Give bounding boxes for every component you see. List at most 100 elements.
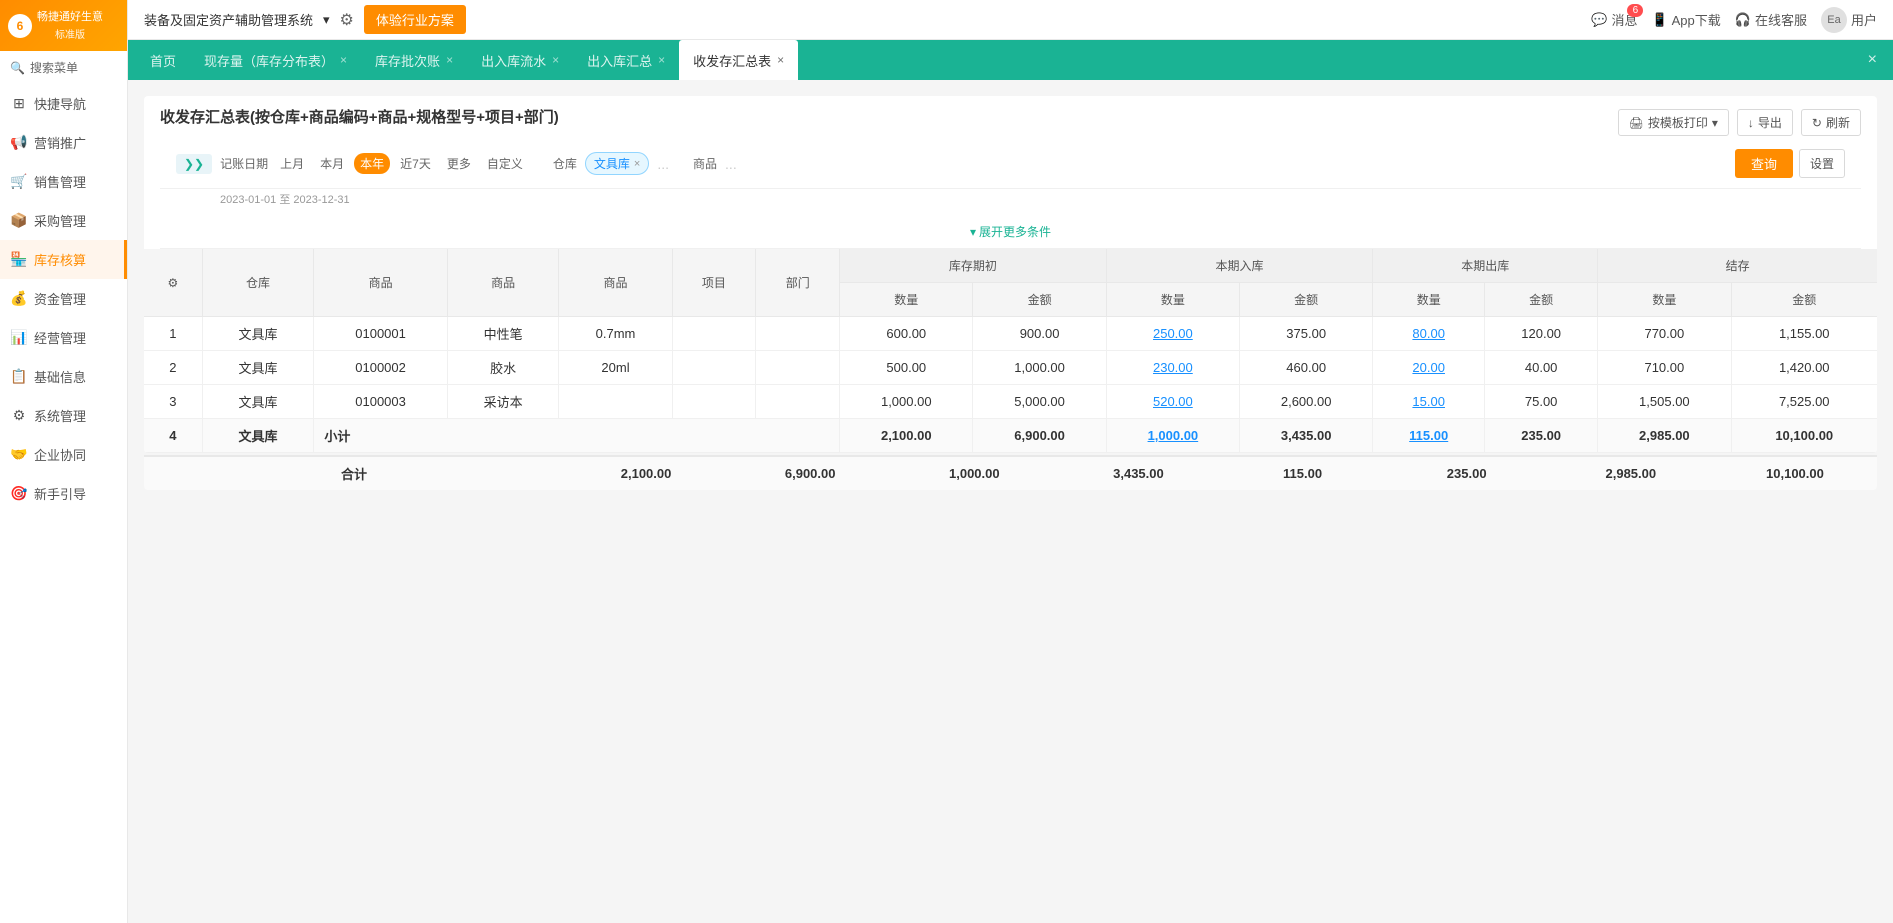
row-out-qty[interactable]: 20.00 (1373, 351, 1485, 385)
content-area: 收发存汇总表(按仓库+商品编码+商品+规格型号+项目+部门) 🖨 按模板打印 ▾… (128, 80, 1893, 923)
date-option-more[interactable]: 更多 (441, 153, 477, 174)
export-btn[interactable]: ↓ 导出 (1737, 109, 1793, 136)
sidebar-item-enterprise[interactable]: 🤝 企业协同 (0, 435, 127, 474)
subtotal-open-qty: 2,100.00 (840, 419, 973, 453)
sidebar-search-label: 搜索菜单 (30, 59, 78, 76)
app-download-label: App下载 (1672, 10, 1721, 29)
date-option-7days[interactable]: 近7天 (394, 153, 437, 174)
sidebar-item-purchase[interactable]: 📦 采购管理 (0, 201, 127, 240)
goods-label: 商品 (693, 155, 717, 172)
sidebar-item-enterprise-label: 企业协同 (34, 445, 86, 464)
messages-btn[interactable]: 💬 消息 6 (1591, 10, 1637, 29)
row-out-qty[interactable]: 15.00 (1373, 385, 1485, 419)
warehouse-tag-text: 文具库 (594, 155, 630, 172)
row-close-qty: 770.00 (1598, 317, 1731, 351)
print-dropdown-icon: ▾ (1712, 116, 1718, 130)
table-settings-icon[interactable]: ⚙ (167, 276, 178, 290)
warehouse-tag-close[interactable]: × (634, 158, 640, 170)
tab-recv-send-label: 收发存汇总表 (693, 51, 771, 70)
user-menu[interactable]: Ea 用户 (1821, 7, 1877, 33)
row-warehouse: 文具库 (202, 317, 314, 351)
expand-more-btn[interactable]: ▾ 展开更多条件 (970, 223, 1051, 240)
col-goods-spec-header: 商品 (559, 249, 672, 317)
tab-recv-send-close[interactable]: × (777, 53, 784, 67)
sidebar-item-finance[interactable]: 💰 资金管理 (0, 279, 127, 318)
sidebar-item-system-label: 系统管理 (34, 406, 86, 425)
date-range-text: 2023-01-01 至 2023-12-31 (220, 194, 350, 206)
goods-more-dots[interactable]: ... (725, 156, 737, 172)
tab-summary-label: 出入库汇总 (587, 51, 652, 70)
row-warehouse: 文具库 (202, 351, 314, 385)
date-option-this-month[interactable]: 本月 (314, 153, 350, 174)
expand-more-chevron: ▾ (970, 225, 976, 239)
total-close-amt: 10,100.00 (1713, 466, 1877, 481)
sidebar-item-sales-label: 销售管理 (34, 172, 86, 191)
date-option-last-month[interactable]: 上月 (274, 153, 310, 174)
sidebar-item-inventory-label: 库存核算 (34, 250, 86, 269)
topbar-settings-icon[interactable]: ⚙ (340, 10, 354, 30)
data-table: ⚙ 仓库 商品 商品 商品 项目 部门 库存期初 本期入库 本期出库 结存 (144, 249, 1877, 453)
topbar-left: 装备及固定资产辅助管理系统 ▾ ⚙ 体验行业方案 (144, 5, 466, 34)
table-row: 3 文具库 0100003 采访本 1,000.00 5,000.00 520.… (144, 385, 1877, 419)
sidebar-item-system[interactable]: ⚙ 系统管理 (0, 396, 127, 435)
tab-batch-close[interactable]: × (446, 53, 453, 67)
tab-flow-close[interactable]: × (552, 53, 559, 67)
filter-bar: ❯❯ 记账日期 上月 本月 本年 近7天 更多 自定义 仓库 (160, 139, 1861, 189)
print-template-btn[interactable]: 🖨 按模板打印 ▾ (1618, 109, 1729, 136)
row-dept (756, 385, 840, 419)
row-in-qty[interactable]: 520.00 (1106, 385, 1239, 419)
row-goods-code: 0100003 (314, 385, 447, 419)
col-opening-group: 库存期初 (840, 249, 1107, 283)
date-option-this-year[interactable]: 本年 (354, 153, 390, 174)
date-label: 记账日期 (220, 155, 268, 172)
row-goods-code: 0100001 (314, 317, 447, 351)
warehouse-label: 仓库 (553, 155, 577, 172)
app-download-btn[interactable]: 📱 App下载 (1651, 10, 1720, 29)
filter-settings-btn[interactable]: 设置 (1799, 149, 1845, 178)
sidebar-item-sales[interactable]: 🛒 销售管理 (0, 162, 127, 201)
total-out-qty: 115.00 (1221, 466, 1385, 481)
sidebar-item-guide-label: 新手引导 (34, 484, 86, 503)
row-open-qty: 600.00 (840, 317, 973, 351)
sidebar-item-marketing[interactable]: 📢 营销推广 (0, 123, 127, 162)
tab-recv-send[interactable]: 收发存汇总表 × (679, 40, 798, 80)
query-btn[interactable]: 查询 (1735, 149, 1793, 178)
tab-stock-dist[interactable]: 现存量（库存分布表） × (190, 40, 361, 80)
col-out-qty-header: 数量 (1373, 283, 1485, 317)
row-no: 3 (144, 385, 202, 419)
row-in-qty[interactable]: 250.00 (1106, 317, 1239, 351)
total-open-qty: 2,100.00 (564, 466, 728, 481)
tab-summary[interactable]: 出入库汇总 × (573, 40, 679, 80)
tab-batch[interactable]: 库存批次账 × (361, 40, 467, 80)
row-in-qty[interactable]: 230.00 (1106, 351, 1239, 385)
trial-btn[interactable]: 体验行业方案 (364, 5, 466, 34)
tabbar-close-all[interactable]: × (1860, 51, 1885, 69)
row-goods-name: 采访本 (447, 385, 559, 419)
date-option-custom[interactable]: 自定义 (481, 153, 529, 174)
tab-flow[interactable]: 出入库流水 × (467, 40, 573, 80)
sidebar-item-quick-nav[interactable]: ⊞ 快捷导航 (0, 84, 127, 123)
sidebar-item-guide[interactable]: 🎯 新手引导 (0, 474, 127, 513)
row-goods-name: 中性笔 (447, 317, 559, 351)
tab-stock-dist-close[interactable]: × (340, 53, 347, 67)
refresh-btn[interactable]: ↻ 刷新 (1801, 109, 1861, 136)
tab-home[interactable]: 首页 (136, 40, 190, 80)
sidebar-search[interactable]: 🔍 搜索菜单 (0, 51, 127, 84)
tab-summary-close[interactable]: × (658, 53, 665, 67)
row-close-qty: 710.00 (1598, 351, 1731, 385)
row-open-amt: 5,000.00 (973, 385, 1106, 419)
topbar: 装备及固定资产辅助管理系统 ▾ ⚙ 体验行业方案 💬 消息 6 📱 App下载 … (128, 0, 1893, 40)
warehouse-more-dots[interactable]: ... (657, 156, 669, 172)
sidebar-item-operations[interactable]: 📊 经营管理 (0, 318, 127, 357)
filter-expand-btn[interactable]: ❯❯ (176, 154, 212, 174)
row-project (672, 351, 756, 385)
col-in-amt-header: 金额 (1240, 283, 1373, 317)
row-close-amt: 7,525.00 (1731, 385, 1877, 419)
sidebar-item-inventory[interactable]: 🏪 库存核算 (0, 240, 127, 279)
expand-icon: ❯❯ (184, 157, 204, 171)
online-service-btn[interactable]: 🎧 在线客服 (1735, 10, 1807, 29)
sidebar-item-basic-info[interactable]: 📋 基础信息 (0, 357, 127, 396)
subtotal-out-amt: 235.00 (1485, 419, 1598, 453)
refresh-icon: ↻ (1812, 116, 1822, 130)
row-out-qty[interactable]: 80.00 (1373, 317, 1485, 351)
